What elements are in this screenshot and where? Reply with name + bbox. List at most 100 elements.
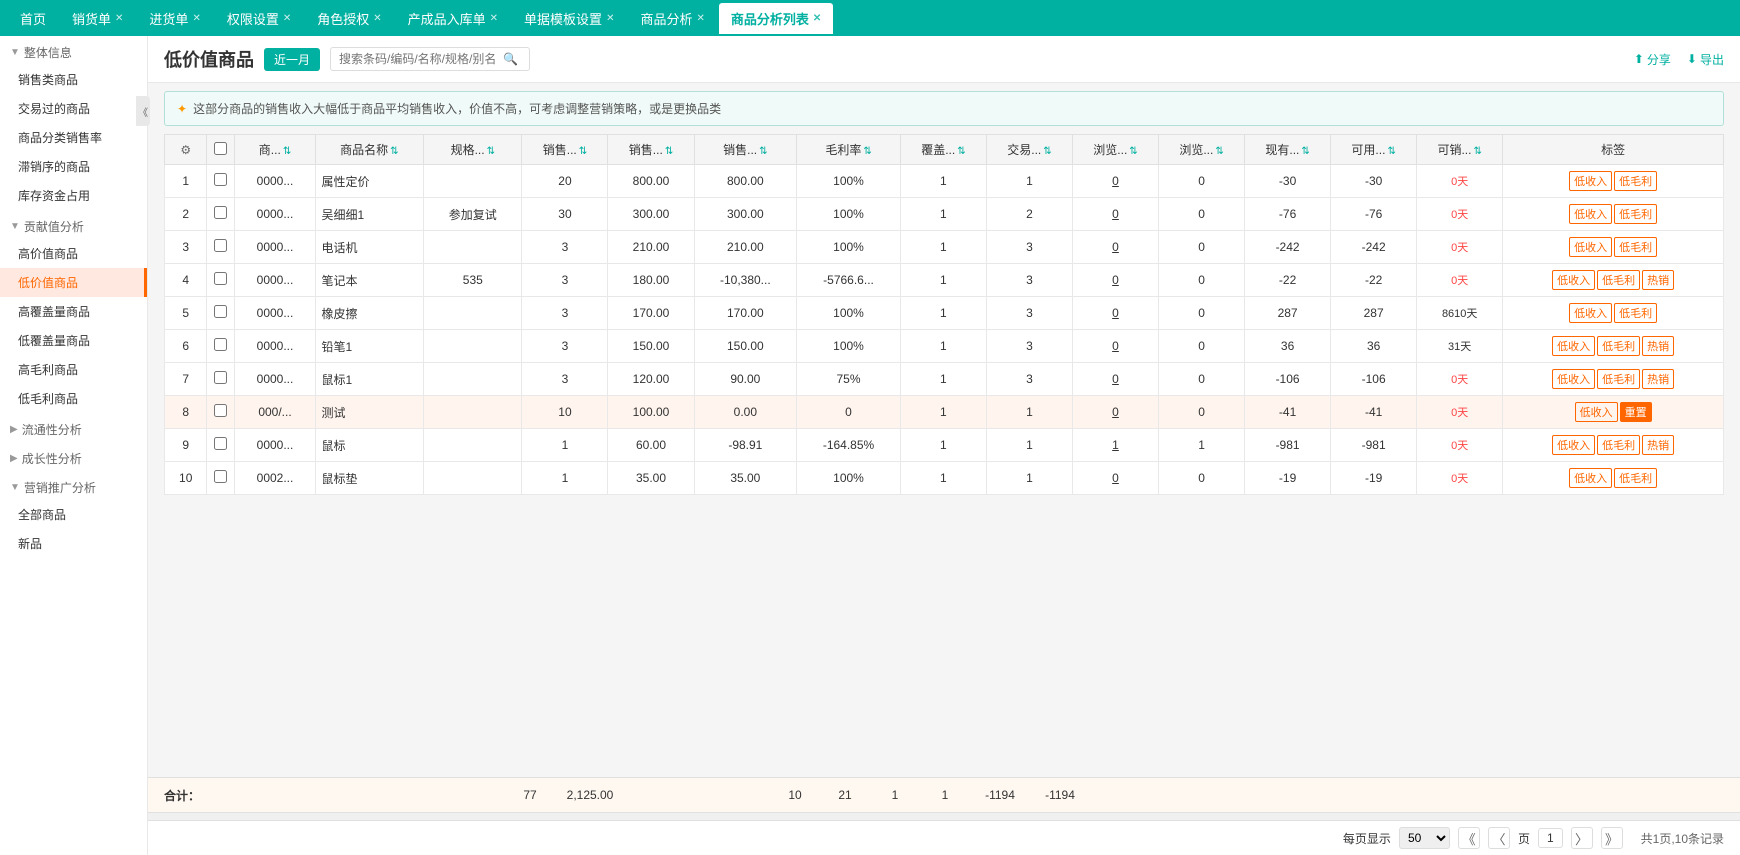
nav-sales-order[interactable]: 销货单 ✕ <box>60 3 135 34</box>
row-browse1[interactable]: 0 <box>1072 231 1158 264</box>
row-browse1[interactable]: 1 <box>1072 429 1158 462</box>
sidebar-item-high-margin[interactable]: 高毛利商品 <box>0 355 147 384</box>
row-browse1[interactable]: 0 <box>1072 198 1158 231</box>
row-checkbox[interactable] <box>214 272 227 285</box>
date-filter-button[interactable]: 近一月 <box>264 48 320 71</box>
col-gear[interactable]: ⚙ <box>165 135 207 165</box>
sidebar-group-growth[interactable]: ▶ 成长性分析 <box>0 442 147 471</box>
row-checkbox[interactable] <box>214 206 227 219</box>
browse1-link[interactable]: 0 <box>1112 240 1119 254</box>
col-spec-sort[interactable]: ⇅ <box>487 146 495 157</box>
settings-icon[interactable]: ⚙ <box>180 143 191 157</box>
col-avail-sort[interactable]: ⇅ <box>1387 146 1395 157</box>
row-checkbox[interactable] <box>214 338 227 351</box>
row-checkbox[interactable] <box>214 371 227 384</box>
col-browse2-sort[interactable]: ⇅ <box>1215 146 1223 157</box>
nav-template[interactable]: 单据模板设置 ✕ <box>512 3 626 34</box>
sidebar-item-high-cover[interactable]: 高覆盖量商品 <box>0 297 147 326</box>
col-sales2-sort[interactable]: ⇅ <box>759 146 767 157</box>
row-browse1[interactable]: 0 <box>1072 165 1158 198</box>
row-checkbox[interactable] <box>214 305 227 318</box>
browse1-link[interactable]: 0 <box>1112 339 1119 353</box>
next-page-button[interactable]: 〉 <box>1571 827 1593 849</box>
sidebar-item-category-rate[interactable]: 商品分类销售率 <box>0 123 147 152</box>
col-browse1-sort[interactable]: ⇅ <box>1129 146 1137 157</box>
sidebar-item-low-margin[interactable]: 低毛利商品 <box>0 384 147 413</box>
col-cover-sort[interactable]: ⇅ <box>957 146 965 157</box>
row-browse1[interactable]: 0 <box>1072 396 1158 429</box>
nav-purchase-close[interactable]: ✕ <box>192 13 200 24</box>
first-page-button[interactable]: 《 <box>1458 827 1480 849</box>
col-sales1-sort[interactable]: ⇅ <box>665 146 673 157</box>
row-browse1[interactable]: 0 <box>1072 363 1158 396</box>
browse1-link[interactable]: 0 <box>1112 273 1119 287</box>
browse1-link[interactable]: 0 <box>1112 405 1119 419</box>
horizontal-scrollbar[interactable] <box>148 812 1740 820</box>
search-input[interactable] <box>339 52 499 66</box>
row-browse1[interactable]: 0 <box>1072 264 1158 297</box>
nav-permission-close[interactable]: ✕ <box>283 13 291 24</box>
col-qty-sort[interactable]: ⇅ <box>579 146 587 157</box>
col-gross-sort[interactable]: ⇅ <box>863 146 871 157</box>
browse1-link[interactable]: 0 <box>1112 207 1119 221</box>
nav-purchase[interactable]: 进货单 ✕ <box>137 3 212 34</box>
browse1-link[interactable]: 0 <box>1112 306 1119 320</box>
sidebar-item-sales-goods[interactable]: 销售类商品 <box>0 65 147 94</box>
nav-role[interactable]: 角色授权 ✕ <box>305 3 393 34</box>
last-page-button[interactable]: 》 <box>1601 827 1623 849</box>
tag-低毛利: 低毛利 <box>1614 171 1657 191</box>
nav-product-stock[interactable]: 产成品入库单 ✕ <box>396 3 510 34</box>
sidebar-item-all-goods[interactable]: 全部商品 <box>0 500 147 529</box>
row-checkbox[interactable] <box>214 239 227 252</box>
row-checkbox[interactable] <box>214 437 227 450</box>
sidebar-group-marketing[interactable]: ▼ 营销推广分析 <box>0 471 147 500</box>
row-browse1[interactable]: 0 <box>1072 297 1158 330</box>
per-page-select[interactable]: 50 100 200 <box>1399 827 1450 849</box>
nav-product-stock-close[interactable]: ✕ <box>490 13 498 24</box>
search-icon[interactable]: 🔍 <box>503 52 518 66</box>
sidebar-item-traded-goods[interactable]: 交易过的商品 <box>0 94 147 123</box>
tag-低毛利: 低毛利 <box>1614 204 1657 224</box>
nav-template-close[interactable]: ✕ <box>606 13 614 24</box>
tag-低收入: 低收入 <box>1569 171 1612 191</box>
col-name-sort[interactable]: ⇅ <box>390 146 398 157</box>
browse1-link[interactable]: 1 <box>1112 438 1119 452</box>
prev-page-button[interactable]: 〈 <box>1488 827 1510 849</box>
row-checkbox[interactable] <box>214 404 227 417</box>
tag-低收入: 低收入 <box>1575 402 1618 422</box>
sidebar-group-contribution[interactable]: ▼ 贡献值分析 <box>0 210 147 239</box>
sidebar-group-overview[interactable]: ▼ 整体信息 <box>0 36 147 65</box>
select-all-checkbox[interactable] <box>214 142 227 155</box>
nav-sales-close[interactable]: ✕ <box>115 13 123 24</box>
nav-goods-analysis[interactable]: 商品分析 ✕ <box>628 3 716 34</box>
row-checkbox[interactable] <box>214 470 227 483</box>
row-browse1[interactable]: 0 <box>1072 462 1158 495</box>
sidebar-item-low-value[interactable]: 低价值商品 <box>0 268 147 297</box>
footer-browse1: 1 <box>870 784 920 806</box>
row-checkbox[interactable] <box>214 173 227 186</box>
col-avail: 可用...⇅ <box>1331 135 1417 165</box>
nav-goods-list-close[interactable]: ✕ <box>813 13 821 24</box>
sidebar-item-new-goods[interactable]: 新品 <box>0 529 147 558</box>
row-browse1[interactable]: 0 <box>1072 330 1158 363</box>
sidebar-item-stock-fund[interactable]: 库存资金占用 <box>0 181 147 210</box>
share-button[interactable]: ⬆ 分享 <box>1634 51 1671 68</box>
sidebar-collapse-btn[interactable]: 《 <box>136 96 150 126</box>
browse1-link[interactable]: 0 <box>1112 471 1119 485</box>
nav-home[interactable]: 首页 <box>8 3 58 34</box>
nav-goods-list[interactable]: 商品分析列表 ✕ <box>719 3 833 34</box>
col-code-sort[interactable]: ⇅ <box>283 146 291 157</box>
nav-goods-analysis-close[interactable]: ✕ <box>696 13 704 24</box>
sidebar-item-slow-goods[interactable]: 滞销序的商品 <box>0 152 147 181</box>
col-trade-sort[interactable]: ⇅ <box>1043 146 1051 157</box>
nav-permission[interactable]: 权限设置 ✕ <box>215 3 303 34</box>
sidebar-item-high-value[interactable]: 高价值商品 <box>0 239 147 268</box>
browse1-link[interactable]: 0 <box>1112 372 1119 386</box>
col-sell-sort[interactable]: ⇅ <box>1473 146 1481 157</box>
sidebar-item-low-cover[interactable]: 低覆盖量商品 <box>0 326 147 355</box>
browse1-link[interactable]: 0 <box>1112 174 1119 188</box>
nav-role-close[interactable]: ✕ <box>373 13 381 24</box>
export-button[interactable]: ⬇ 导出 <box>1687 51 1724 68</box>
col-stock-sort[interactable]: ⇅ <box>1301 146 1309 157</box>
sidebar-group-liquidity[interactable]: ▶ 流通性分析 <box>0 413 147 442</box>
